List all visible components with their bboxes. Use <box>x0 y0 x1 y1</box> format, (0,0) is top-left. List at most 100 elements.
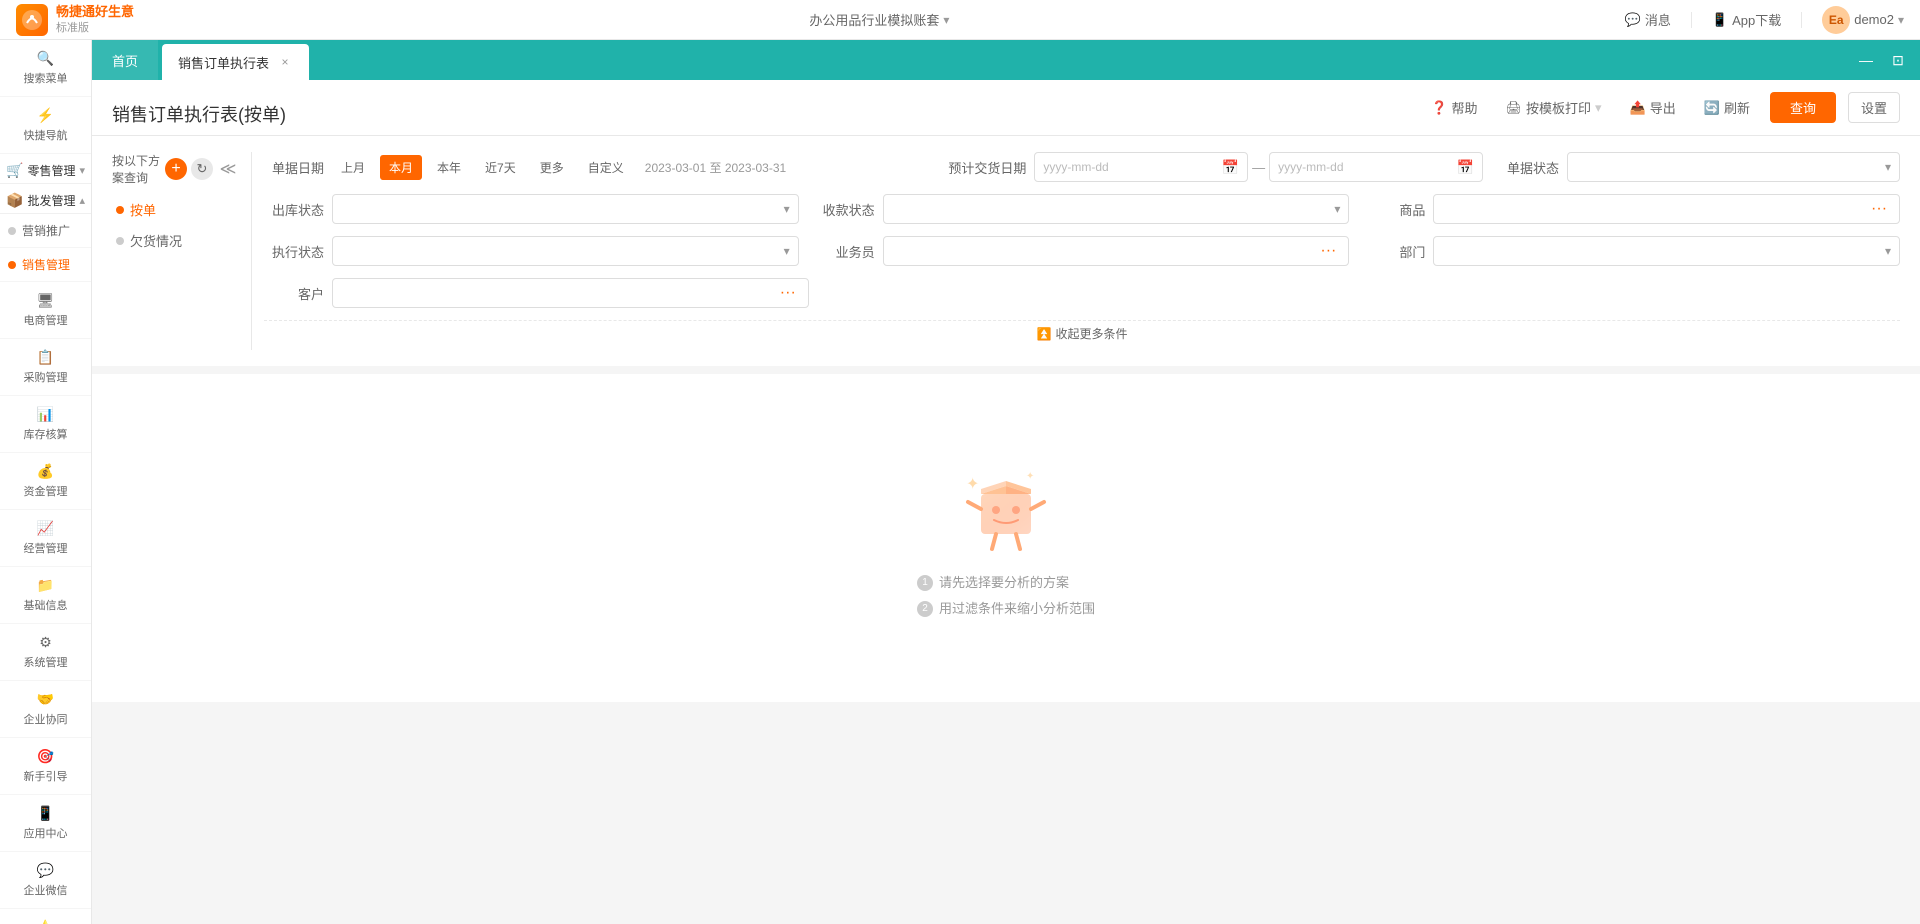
dept-select[interactable]: ▾ <box>1433 236 1900 266</box>
customer-ellipsis-icon[interactable]: ··· <box>776 284 800 302</box>
scheme-item-debt[interactable]: 欠货情况 <box>112 225 239 256</box>
ship-status-select[interactable]: ▾ <box>332 194 799 224</box>
tab-home[interactable]: 首页 <box>92 40 158 80</box>
debt-dot-icon <box>116 237 124 245</box>
period-custom-btn[interactable]: 自定义 <box>579 155 633 180</box>
tab-close-btn[interactable]: × <box>277 54 293 70</box>
maximize-icon: ⊡ <box>1892 52 1904 69</box>
expected-date-field: 预计交货日期 yyyy-mm-dd 📅 — yyyy-mm-dd <box>948 152 1483 182</box>
period-selector: 上月 本月 本年 近7天 更多 自定义 <box>332 155 633 180</box>
page-content: 销售订单执行表(按单) ❓ 帮助 🖨 按模板打印 ▾ 📤 导出 <box>92 80 1920 924</box>
sidebar-item-ecommerce[interactable]: 🖥 电商管理 <box>0 282 91 339</box>
template-print-btn[interactable]: 🖨 按模板打印 ▾ <box>1498 94 1610 121</box>
settings-btn[interactable]: 设置 <box>1848 92 1900 123</box>
industry-selector[interactable]: 办公用品行业模拟账套 ▾ <box>801 10 957 29</box>
search-btn[interactable]: 查询 <box>1770 92 1836 123</box>
sidebar-item-appcenter[interactable]: 📱 应用中心 <box>0 795 91 852</box>
system-icon: ⚙ <box>39 634 52 651</box>
operation-icon: 📈 <box>37 520 54 537</box>
filter-row-3: 执行状态 ▾ 业务员 ··· <box>264 236 1900 266</box>
message-icon: 💬 <box>1625 12 1641 28</box>
expected-date-start-input[interactable]: yyyy-mm-dd 📅 <box>1034 152 1248 182</box>
expected-date-end-input[interactable]: yyyy-mm-dd 📅 <box>1269 152 1483 182</box>
period-this-year-btn[interactable]: 本年 <box>428 155 470 180</box>
retail-arrow-icon: ▾ <box>79 164 85 177</box>
sidebar-item-wholesale[interactable]: 📦 批发管理 ▴ <box>0 184 91 214</box>
tab-active-report[interactable]: 销售订单执行表 × <box>162 44 309 80</box>
collapse-row: ⏫ 收起更多条件 <box>264 320 1900 350</box>
bill-status-chevron-icon: ▾ <box>1885 160 1891 174</box>
product-field: 商品 ··· <box>1365 194 1900 224</box>
sidebar-item-sales[interactable]: 销售管理 <box>0 248 91 282</box>
avatar: Ea <box>1822 6 1850 34</box>
bill-status-select[interactable]: ▾ <box>1567 152 1900 182</box>
sales-dot-icon <box>8 261 16 269</box>
content-area: 首页 销售订单执行表 × — ⊡ 销售订单执行表(按单) <box>92 40 1920 924</box>
empty-tip-2: 2 用过滤条件来缩小分析范围 <box>917 596 1095 622</box>
help-btn[interactable]: ❓ 帮助 <box>1423 94 1485 121</box>
salesperson-input[interactable]: ··· <box>883 236 1350 266</box>
sidebar-item-basic[interactable]: 📁 基础信息 <box>0 567 91 624</box>
corpwechat-icon: 💬 <box>37 862 54 879</box>
period-more-btn[interactable]: 更多 <box>531 155 573 180</box>
collapse-more-btn[interactable]: ⏫ 收起更多条件 <box>1037 325 1128 342</box>
newbie-icon: 🎯 <box>37 748 54 765</box>
sidebar-item-inventory[interactable]: 📊 库存核算 <box>0 396 91 453</box>
sidebar-item-marketing[interactable]: 营销推广 <box>0 214 91 248</box>
scheme-reload-btn[interactable]: ↻ <box>191 158 213 180</box>
page-actions: ❓ 帮助 🖨 按模板打印 ▾ 📤 导出 🔄 刷新 <box>1423 92 1900 135</box>
expected-date-label: 预计交货日期 <box>948 158 1026 177</box>
salesperson-ellipsis-icon[interactable]: ··· <box>1316 242 1340 260</box>
sidebar-item-quicknav[interactable]: ⚡ 快捷导航 <box>0 97 91 154</box>
sidebar-item-search[interactable]: 🔍 搜索菜单 <box>0 40 91 97</box>
empty-tip-1: 1 请先选择要分析的方案 <box>917 570 1095 596</box>
scheme-add-btn[interactable]: + <box>165 158 187 180</box>
exec-status-select[interactable]: ▾ <box>332 236 799 266</box>
wholesale-arrow-icon: ▴ <box>79 194 85 207</box>
refresh-btn[interactable]: 🔄 刷新 <box>1696 94 1758 121</box>
customer-input[interactable]: ··· <box>332 278 809 308</box>
sidebar-item-retail[interactable]: 🛒 零售管理 ▾ <box>0 154 91 184</box>
product-ellipsis-icon[interactable]: ··· <box>1867 200 1891 218</box>
dept-chevron-icon: ▾ <box>1885 244 1891 258</box>
tab-maximize-btn[interactable]: ⊡ <box>1884 46 1912 74</box>
product-label: 商品 <box>1365 200 1425 219</box>
tab-minimize-btn[interactable]: — <box>1852 46 1880 74</box>
reload-icon: ↻ <box>197 161 208 177</box>
app-download-btn[interactable]: 📱 App下载 <box>1712 10 1781 29</box>
ship-status-field: 出库状态 ▾ <box>264 194 799 224</box>
sidebar-item-corpwechat[interactable]: 💬 企业微信 <box>0 852 91 909</box>
sidebar-item-finance[interactable]: 💰 资金管理 <box>0 453 91 510</box>
header-divider2 <box>1801 12 1802 28</box>
period-last-month-btn[interactable]: 上月 <box>332 155 374 180</box>
product-input[interactable]: ··· <box>1433 194 1900 224</box>
scheme-item-byorder[interactable]: 按单 <box>112 194 239 225</box>
bill-status-label: 单据状态 <box>1499 158 1559 177</box>
receipt-status-select[interactable]: ▾ <box>883 194 1350 224</box>
empty-tips: 1 请先选择要分析的方案 2 用过滤条件来缩小分析范围 <box>917 570 1095 622</box>
tip1-number: 1 <box>917 575 933 591</box>
export-btn[interactable]: 📤 导出 <box>1622 94 1684 121</box>
logo-area: 畅捷通好生意 标准版 <box>16 4 134 36</box>
sidebar-item-system[interactable]: ⚙ 系统管理 <box>0 624 91 681</box>
exec-status-chevron-icon: ▾ <box>784 244 790 258</box>
sidebar-item-member[interactable]: ⭐ 畅会员 <box>0 909 91 924</box>
sidebar-item-newbie[interactable]: 🎯 新手引导 <box>0 738 91 795</box>
receipt-status-chevron-icon: ▾ <box>1334 202 1340 216</box>
period-this-month-btn[interactable]: 本月 <box>380 155 422 180</box>
user-menu[interactable]: Ea demo2 ▾ <box>1822 6 1904 34</box>
message-btn[interactable]: 💬 消息 <box>1625 10 1671 29</box>
period-last7-btn[interactable]: 近7天 <box>476 155 525 180</box>
member-icon: ⭐ <box>37 919 54 924</box>
header-right: 💬 消息 📱 App下载 Ea demo2 ▾ <box>1625 6 1904 34</box>
sidebar-item-operation[interactable]: 📈 经营管理 <box>0 510 91 567</box>
sidebar-item-purchase[interactable]: 📋 采购管理 <box>0 339 91 396</box>
filter-main: 单据日期 上月 本月 本年 近7天 更多 自定义 2023-03-01 至 20… <box>264 152 1900 350</box>
header-divider <box>1691 12 1692 28</box>
scheme-collapse-btn[interactable]: ≪ <box>217 158 239 180</box>
tip2-number: 2 <box>917 601 933 617</box>
sidebar-item-enterprise[interactable]: 🤝 企业协同 <box>0 681 91 738</box>
main-layout: 🔍 搜索菜单 ⚡ 快捷导航 🛒 零售管理 ▾ 📦 批发管理 ▴ <box>0 40 1920 924</box>
filter-scheme-sidebar: 按以下方案查询 + ↻ ≪ <box>112 152 252 350</box>
tab-bar-right: — ⊡ <box>1852 40 1920 80</box>
